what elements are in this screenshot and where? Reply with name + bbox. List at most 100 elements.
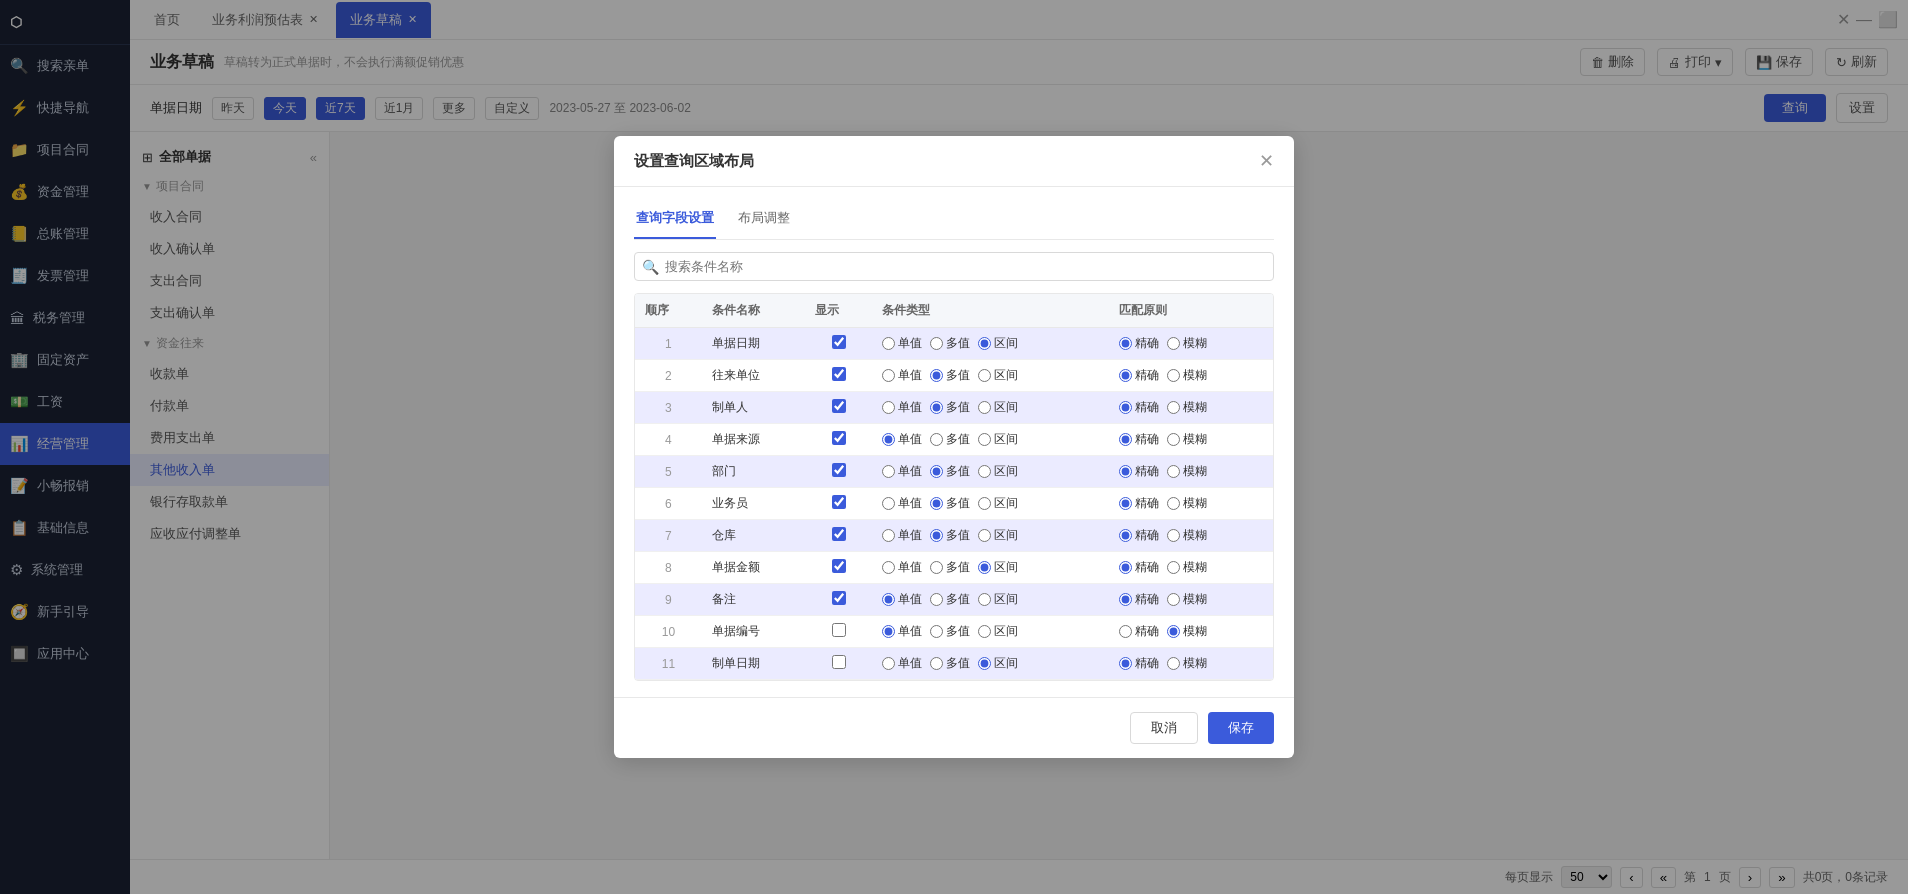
cell-display[interactable]	[805, 488, 872, 520]
cell-display[interactable]	[805, 520, 872, 552]
cond-type-单值-radio[interactable]: 单值	[882, 623, 922, 640]
cond-type-多值-radio[interactable]: 多值	[930, 399, 970, 416]
modal-tab-layout[interactable]: 布局调整	[736, 203, 792, 239]
display-checkbox[interactable]	[832, 434, 846, 448]
cond-type-单值-radio[interactable]: 单值	[882, 559, 922, 576]
cond-type-区间-radio[interactable]: 区间	[978, 527, 1018, 544]
modal-search-icon: 🔍	[642, 259, 659, 275]
col-cond-name: 条件名称	[702, 294, 805, 328]
cond-type-多值-radio[interactable]: 多值	[930, 431, 970, 448]
cell-display[interactable]	[805, 552, 872, 584]
cond-type-区间-radio[interactable]: 区间	[978, 591, 1018, 608]
cond-type-多值-radio[interactable]: 多值	[930, 495, 970, 512]
cell-display[interactable]	[805, 424, 872, 456]
match-rule-模糊-radio[interactable]: 模糊	[1167, 559, 1207, 576]
cond-type-label: 多值	[946, 559, 970, 576]
cell-display[interactable]	[805, 392, 872, 424]
cond-type-label: 单值	[898, 623, 922, 640]
cell-display[interactable]	[805, 328, 872, 360]
cond-type-区间-radio[interactable]: 区间	[978, 495, 1018, 512]
match-rule-模糊-radio[interactable]: 模糊	[1167, 335, 1207, 352]
match-rule-模糊-radio[interactable]: 模糊	[1167, 623, 1207, 640]
modal-table-row: 4 单据来源 单值 多值 区间 精确 模糊	[635, 424, 1273, 456]
cond-type-单值-radio[interactable]: 单值	[882, 591, 922, 608]
cond-type-多值-radio[interactable]: 多值	[930, 527, 970, 544]
cell-display[interactable]	[805, 360, 872, 392]
cond-type-单值-radio[interactable]: 单值	[882, 655, 922, 672]
cell-display[interactable]	[805, 616, 872, 648]
match-rule-label: 精确	[1135, 655, 1159, 672]
modal-save-button[interactable]: 保存	[1208, 712, 1274, 744]
cond-type-单值-radio[interactable]: 单值	[882, 335, 922, 352]
match-rule-精确-radio[interactable]: 精确	[1119, 463, 1159, 480]
display-checkbox[interactable]	[832, 594, 846, 608]
cond-type-单值-radio[interactable]: 单值	[882, 495, 922, 512]
display-checkbox[interactable]	[832, 498, 846, 512]
cond-type-多值-radio[interactable]: 多值	[930, 559, 970, 576]
match-rule-精确-radio[interactable]: 精确	[1119, 495, 1159, 512]
cell-display[interactable]	[805, 584, 872, 616]
match-rule-精确-radio[interactable]: 精确	[1119, 559, 1159, 576]
cell-order: 2	[635, 360, 702, 392]
cancel-button[interactable]: 取消	[1130, 712, 1198, 744]
display-checkbox[interactable]	[832, 562, 846, 576]
match-rule-精确-radio[interactable]: 精确	[1119, 335, 1159, 352]
col-match-rule: 匹配原则	[1109, 294, 1273, 328]
modal: 设置查询区域布局 ✕ 查询字段设置 布局调整 🔍	[614, 136, 1294, 758]
cond-type-单值-radio[interactable]: 单值	[882, 463, 922, 480]
cond-type-区间-radio[interactable]: 区间	[978, 399, 1018, 416]
match-rule-精确-radio[interactable]: 精确	[1119, 655, 1159, 672]
cell-match-rule: 精确 模糊	[1109, 392, 1273, 424]
match-rule-精确-radio[interactable]: 精确	[1119, 527, 1159, 544]
display-checkbox[interactable]	[832, 466, 846, 480]
match-rule-精确-radio[interactable]: 精确	[1119, 399, 1159, 416]
match-rule-模糊-radio[interactable]: 模糊	[1167, 399, 1207, 416]
match-rule-模糊-radio[interactable]: 模糊	[1167, 591, 1207, 608]
match-rule-模糊-radio[interactable]: 模糊	[1167, 431, 1207, 448]
cond-type-label: 区间	[994, 655, 1018, 672]
match-rule-模糊-radio[interactable]: 模糊	[1167, 655, 1207, 672]
cell-display[interactable]	[805, 456, 872, 488]
match-rule-模糊-radio[interactable]: 模糊	[1167, 527, 1207, 544]
cond-type-区间-radio[interactable]: 区间	[978, 431, 1018, 448]
display-checkbox[interactable]	[832, 658, 846, 672]
cell-display[interactable]	[805, 648, 872, 680]
cond-type-区间-radio[interactable]: 区间	[978, 335, 1018, 352]
cond-type-单值-radio[interactable]: 单值	[882, 527, 922, 544]
modal-table-row: 11 制单日期 单值 多值 区间 精确 模糊	[635, 648, 1273, 680]
cell-name: 单据来源	[702, 424, 805, 456]
cond-type-label: 区间	[994, 335, 1018, 352]
modal-search-input[interactable]	[634, 252, 1274, 281]
cond-type-多值-radio[interactable]: 多值	[930, 623, 970, 640]
display-checkbox[interactable]	[832, 370, 846, 384]
cond-type-单值-radio[interactable]: 单值	[882, 431, 922, 448]
display-checkbox[interactable]	[832, 338, 846, 352]
display-checkbox[interactable]	[832, 626, 846, 640]
cond-type-多值-radio[interactable]: 多值	[930, 335, 970, 352]
cond-type-区间-radio[interactable]: 区间	[978, 367, 1018, 384]
match-rule-精确-radio[interactable]: 精确	[1119, 431, 1159, 448]
cond-type-多值-radio[interactable]: 多值	[930, 655, 970, 672]
cond-type-label: 单值	[898, 399, 922, 416]
cell-order: 10	[635, 616, 702, 648]
display-checkbox[interactable]	[832, 530, 846, 544]
cond-type-多值-radio[interactable]: 多值	[930, 463, 970, 480]
match-rule-精确-radio[interactable]: 精确	[1119, 591, 1159, 608]
cond-type-区间-radio[interactable]: 区间	[978, 463, 1018, 480]
match-rule-模糊-radio[interactable]: 模糊	[1167, 463, 1207, 480]
match-rule-精确-radio[interactable]: 精确	[1119, 367, 1159, 384]
match-rule-模糊-radio[interactable]: 模糊	[1167, 495, 1207, 512]
match-rule-精确-radio[interactable]: 精确	[1119, 623, 1159, 640]
cond-type-区间-radio[interactable]: 区间	[978, 559, 1018, 576]
match-rule-模糊-radio[interactable]: 模糊	[1167, 367, 1207, 384]
modal-close-button[interactable]: ✕	[1259, 150, 1274, 172]
cond-type-多值-radio[interactable]: 多值	[930, 591, 970, 608]
cond-type-多值-radio[interactable]: 多值	[930, 367, 970, 384]
cell-name: 往来单位	[702, 360, 805, 392]
cond-type-区间-radio[interactable]: 区间	[978, 623, 1018, 640]
modal-tab-query-fields[interactable]: 查询字段设置	[634, 203, 716, 239]
display-checkbox[interactable]	[832, 402, 846, 416]
cond-type-单值-radio[interactable]: 单值	[882, 399, 922, 416]
cond-type-区间-radio[interactable]: 区间	[978, 655, 1018, 672]
cond-type-单值-radio[interactable]: 单值	[882, 367, 922, 384]
